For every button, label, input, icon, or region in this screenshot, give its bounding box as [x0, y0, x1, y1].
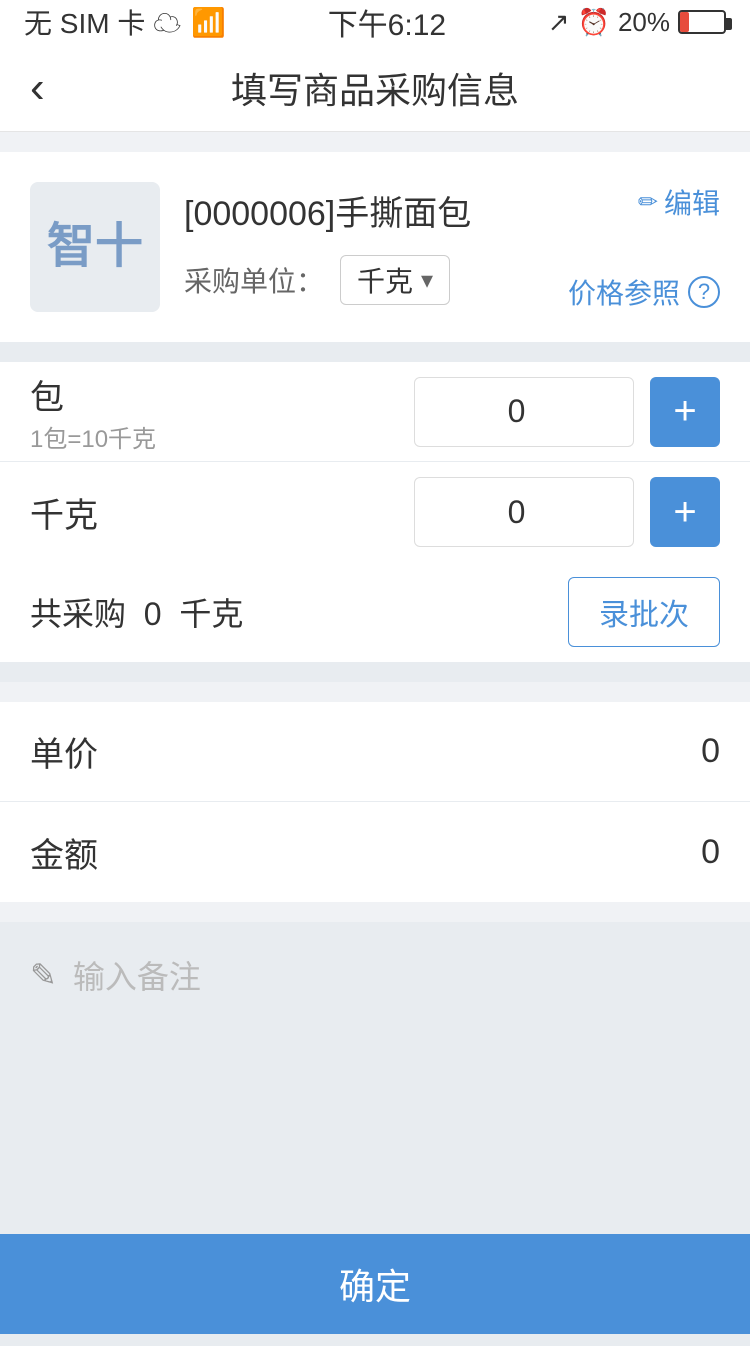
summary-row: 共采购 0 千克 录批次: [0, 562, 750, 662]
sim-label: 无 SIM 卡 ☁: [24, 2, 181, 42]
status-time: 下午6:12: [328, 0, 446, 44]
edit-pencil-icon: ✏: [638, 188, 658, 217]
status-left: 无 SIM 卡 ☁ 📶: [24, 2, 226, 42]
notes-placeholder: 输入备注: [73, 952, 201, 998]
unit-price-label: 单价: [30, 727, 98, 776]
back-button[interactable]: ‹: [30, 66, 45, 110]
unit-price-value: 0: [701, 732, 720, 771]
bag-label-main: 包: [30, 370, 190, 419]
page-title: 填写商品采购信息: [231, 62, 519, 114]
amount-label: 金额: [30, 828, 98, 877]
battery-icon: [678, 10, 726, 34]
battery-percentage: 20%: [618, 7, 670, 38]
price-section: 单价 0 金额 0: [0, 702, 750, 902]
unit-value: 千克: [357, 260, 413, 300]
bag-plus-button[interactable]: +: [650, 377, 720, 447]
section-divider-1: [0, 342, 750, 362]
price-ref-label: 价格参照: [568, 272, 680, 312]
bag-input-wrap: +: [190, 377, 720, 447]
nav-bar: ‹ 填写商品采购信息: [0, 44, 750, 132]
price-ref-help-icon[interactable]: ?: [688, 276, 720, 308]
summary-text: 共采购 0 千克: [30, 589, 243, 635]
confirm-button[interactable]: 确定: [0, 1234, 750, 1334]
notes-section[interactable]: ✎ 输入备注: [0, 922, 750, 1028]
batch-button[interactable]: 录批次: [568, 577, 720, 647]
kg-label: 千克: [30, 488, 190, 537]
unit-price-row: 单价 0: [0, 702, 750, 802]
kg-label-main: 千克: [30, 488, 190, 537]
bag-label: 包 1包=10千克: [30, 370, 190, 454]
kg-input-wrap: +: [190, 477, 720, 547]
alarm-icon: ⏰: [578, 7, 610, 38]
status-right: ↗ ⏰ 20%: [548, 7, 726, 38]
bag-input[interactable]: [414, 377, 634, 447]
status-bar: 无 SIM 卡 ☁ 📶 下午6:12 ↗ ⏰ 20%: [0, 0, 750, 44]
edit-button[interactable]: ✏ 编辑: [638, 182, 720, 222]
quantity-input-section: 包 1包=10千克 + 千克 +: [0, 362, 750, 562]
kg-plus-button[interactable]: +: [650, 477, 720, 547]
product-image: 智十: [30, 182, 160, 312]
summary-value: 0: [144, 596, 162, 632]
unit-selector[interactable]: 千克 ▾: [340, 255, 450, 305]
product-logo: 智十: [47, 223, 143, 271]
location-icon: ↗: [548, 7, 570, 38]
bag-input-row: 包 1包=10千克 +: [0, 362, 750, 462]
price-ref-button[interactable]: 价格参照 ?: [568, 272, 720, 312]
wifi-icon: 📶: [191, 6, 226, 39]
amount-row: 金额 0: [0, 802, 750, 902]
summary-label: 共采购: [30, 596, 126, 632]
edit-label: 编辑: [664, 182, 720, 222]
section-divider-2: [0, 662, 750, 682]
purchase-unit-label: 采购单位：: [184, 260, 324, 300]
summary-unit: 千克: [179, 596, 243, 632]
kg-input-row: 千克 +: [0, 462, 750, 562]
kg-input[interactable]: [414, 477, 634, 547]
unit-dropdown-arrow: ▾: [421, 266, 433, 295]
pencil-icon: ✎: [30, 956, 57, 994]
product-card: 智十 [0000006]手撕面包 采购单位： 千克 ▾ ✏ 编辑 价格参照 ?: [0, 152, 750, 342]
amount-value: 0: [701, 833, 720, 872]
bag-label-sub: 1包=10千克: [30, 419, 190, 454]
